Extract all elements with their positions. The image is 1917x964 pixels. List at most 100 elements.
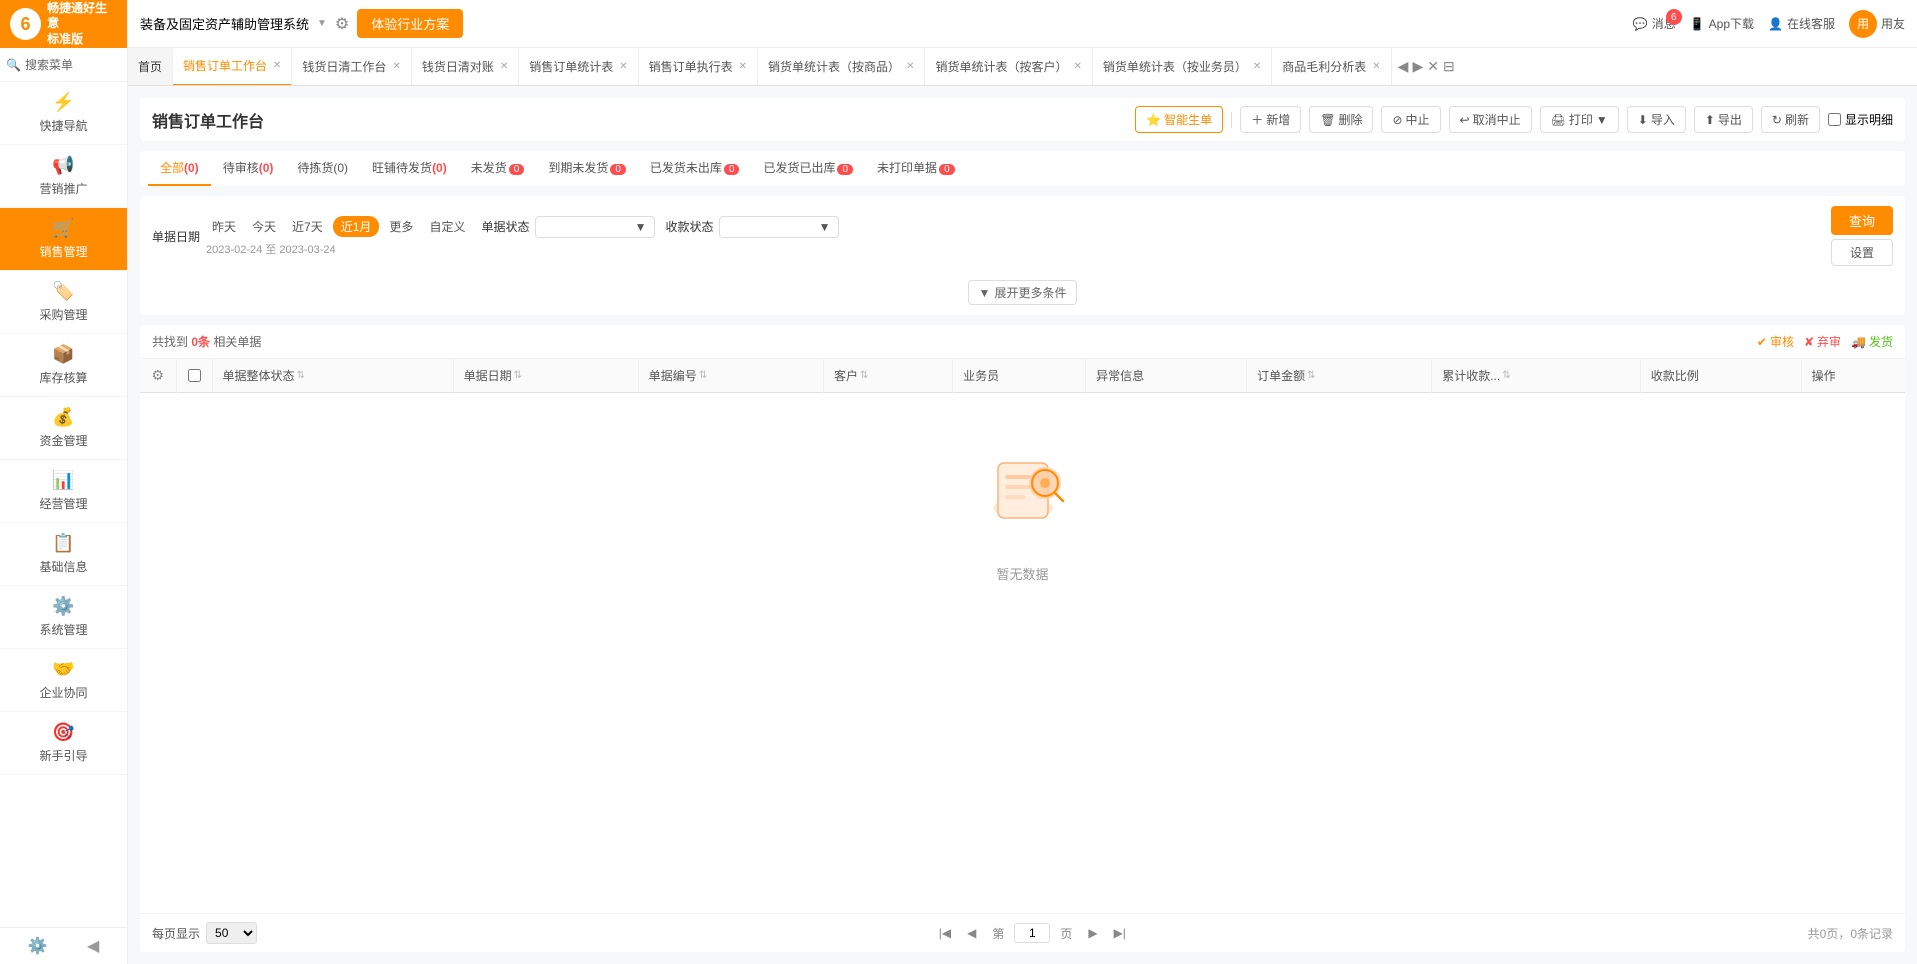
sidebar-search[interactable]: 🔍 搜索菜单 [0, 48, 127, 82]
sub-tab-not-printed[interactable]: 未打印单据0 [865, 151, 967, 186]
approve-action[interactable]: ✔ 审核 [1757, 333, 1794, 350]
sidebar-item-corp[interactable]: 🤝 企业协同 [0, 649, 127, 712]
settings-bottom-icon[interactable]: ⚙️ [28, 936, 48, 956]
msg-item[interactable]: 💬 消息 6 [1633, 15, 1676, 32]
sidebar-item-basic[interactable]: 📋 基础信息 [0, 523, 127, 586]
date-opt-more[interactable]: 更多 [383, 216, 419, 237]
sidebar-item-newbie[interactable]: 🎯 新手引导 [0, 712, 127, 775]
page-input[interactable] [1014, 923, 1050, 943]
amount-sort[interactable]: 订单金额 ⇅ [1257, 367, 1421, 384]
sub-tab-pending-review[interactable]: 待审核(0) [211, 151, 286, 186]
delete-btn[interactable]: 🗑 删除 [1309, 106, 1373, 133]
select-all-input[interactable] [188, 369, 201, 382]
collapse-icon[interactable]: ◀ [87, 936, 99, 956]
date-opt-today[interactable]: 今天 [246, 216, 282, 237]
export-btn[interactable]: ⬆ 导出 [1694, 106, 1753, 133]
show-detail-label[interactable]: 显示明细 [1828, 111, 1893, 128]
smart-create-btn[interactable]: ⭐ 智能生单 [1135, 106, 1223, 133]
new-btn[interactable]: ＋ 新增 [1240, 106, 1301, 133]
app-download-item[interactable]: 📱 App下载 [1690, 15, 1754, 32]
tab-close-exec[interactable]: ✕ [739, 61, 747, 72]
tab-close-profit[interactable]: ✕ [1372, 61, 1380, 72]
expand-btn[interactable]: ▼ 展开更多条件 [968, 280, 1078, 305]
tab-nav-prev[interactable]: ◀ [1396, 58, 1411, 75]
finance-icon: 💰 [52, 407, 74, 428]
prev-page-btn[interactable]: ◀ [961, 924, 982, 942]
tab-sales-stats-customer[interactable]: 销货单统计表（按客户） ✕ [925, 48, 1092, 86]
stop-btn[interactable]: ⊘ 中止 [1381, 106, 1440, 133]
payment-select[interactable]: ▼ [719, 216, 839, 238]
select-all-checkbox[interactable] [187, 369, 202, 382]
ship-action[interactable]: 🚚 发货 [1851, 333, 1893, 350]
date-opt-custom[interactable]: 自定义 [423, 216, 471, 237]
import-btn[interactable]: ⬇ 导入 [1627, 106, 1686, 133]
show-detail-checkbox[interactable] [1828, 113, 1841, 126]
customer-sort[interactable]: 客户 ⇅ [834, 367, 942, 384]
tab-home[interactable]: 首页 [128, 48, 173, 86]
tab-nav-next[interactable]: ▶ [1410, 58, 1425, 75]
date-sort[interactable]: 单据日期 ⇅ [464, 367, 628, 384]
sub-tab-wangpu[interactable]: 旺铺待发货(0) [360, 151, 459, 186]
page-size-select[interactable]: 10 20 50 100 [206, 922, 257, 944]
sidebar-item-purchase[interactable]: 🏷️ 采购管理 [0, 271, 127, 334]
sub-tab-not-shipped[interactable]: 未发货0 [459, 151, 537, 186]
date-opt-1month[interactable]: 近1月 [333, 216, 380, 237]
tab-close-customer[interactable]: ✕ [1073, 61, 1081, 72]
msg-badge: 6 [1666, 9, 1682, 25]
payment-label: 收款状态 [665, 218, 713, 235]
sidebar-item-finance[interactable]: 💰 资金管理 [0, 397, 127, 460]
cancel-approve-action[interactable]: ✘ 弃审 [1804, 333, 1841, 350]
last-page-btn[interactable]: ▶| [1108, 924, 1132, 942]
tab-cash-reconcile[interactable]: 钱货日清对账 ✕ [412, 48, 519, 86]
tab-close-stats[interactable]: ✕ [619, 61, 627, 72]
tab-sales-order-stats[interactable]: 销售订单统计表 ✕ [519, 48, 638, 86]
online-service-item[interactable]: 👤 在线客服 [1768, 15, 1835, 32]
tab-goods-profit[interactable]: 商品毛利分析表 ✕ [1272, 48, 1391, 86]
sub-tab-overdue-not-shipped[interactable]: 到期未发货0 [536, 151, 638, 186]
tab-close-staff[interactable]: ✕ [1253, 61, 1261, 72]
sub-tab-shipped-out[interactable]: 已发货已出库0 [751, 151, 865, 186]
sidebar-item-inventory[interactable]: 📦 库存核算 [0, 334, 127, 397]
tab-close-cash-daily[interactable]: ✕ [392, 61, 400, 72]
sidebar-logo: 6 畅捷通好生意 标准版 [0, 0, 127, 48]
tab-sales-order-workbench[interactable]: 销售订单工作台 ✕ [173, 48, 292, 86]
tab-sales-stats-product[interactable]: 销货单统计表（按商品） ✕ [758, 48, 925, 86]
cancel-stop-btn[interactable]: ↩ 取消中止 [1449, 106, 1532, 133]
sidebar-item-sales[interactable]: 🛒 销售管理 [0, 208, 127, 271]
status-select[interactable]: ▼ [535, 216, 655, 238]
tab-sales-order-exec[interactable]: 销售订单执行表 ✕ [639, 48, 758, 86]
sub-tab-all[interactable]: 全部(0) [148, 151, 211, 186]
collected-sort[interactable]: 累计收款... ⇅ [1442, 367, 1629, 384]
print-btn[interactable]: 🖨 打印 ▼ [1540, 106, 1619, 133]
tab-sales-stats-staff[interactable]: 销货单统计表（按业务员） ✕ [1093, 48, 1272, 86]
settings-icon[interactable]: ⚙ [150, 367, 166, 384]
page-size-group: 每页显示 10 20 50 100 [152, 922, 257, 944]
sidebar-item-quick-nav[interactable]: ⚡ 快捷导航 [0, 82, 127, 145]
next-page-btn[interactable]: ▶ [1082, 924, 1103, 942]
tab-close-sales-order[interactable]: ✕ [273, 60, 281, 71]
refresh-btn[interactable]: ↻ 刷新 [1761, 106, 1820, 133]
tab-nav-close-all[interactable]: ✕ [1425, 58, 1441, 75]
first-page-btn[interactable]: |◀ [933, 924, 957, 942]
tab-nav-expand[interactable]: ⊟ [1441, 58, 1457, 75]
tab-close-cash-reconcile[interactable]: ✕ [500, 61, 508, 72]
table-area: 共找到 0条 相关单据 ✔ 审核 ✘ 弃审 🚚 发货 [140, 325, 1905, 952]
status-sort[interactable]: 单据整体状态 ⇅ [223, 367, 443, 384]
tab-cash-daily[interactable]: 钱货日清工作台 ✕ [292, 48, 411, 86]
sub-tab-pending-inspect[interactable]: 待拣货(0) [285, 151, 360, 186]
industry-btn[interactable]: 体验行业方案 [357, 9, 463, 38]
sidebar-item-system[interactable]: ⚙️ 系统管理 [0, 586, 127, 649]
set-btn[interactable]: 设置 [1831, 239, 1893, 266]
system-dropdown-icon[interactable]: ▼ [317, 18, 327, 29]
sub-tab-shipped-not-out[interactable]: 已发货未出库0 [638, 151, 752, 186]
date-opt-7days[interactable]: 近7天 [286, 216, 329, 237]
purchase-icon: 🏷️ [52, 281, 74, 302]
tab-close-product[interactable]: ✕ [906, 61, 914, 72]
topbar-gear-icon[interactable]: ⚙ [335, 14, 349, 34]
number-sort[interactable]: 单据编号 ⇅ [649, 367, 813, 384]
query-btn[interactable]: 查询 [1831, 206, 1893, 235]
sidebar-item-marketing[interactable]: 📢 营销推广 [0, 145, 127, 208]
date-opt-yesterday[interactable]: 昨天 [206, 216, 242, 237]
user-item[interactable]: 用 用友 [1849, 10, 1905, 38]
sidebar-item-operation[interactable]: 📊 经营管理 [0, 460, 127, 523]
